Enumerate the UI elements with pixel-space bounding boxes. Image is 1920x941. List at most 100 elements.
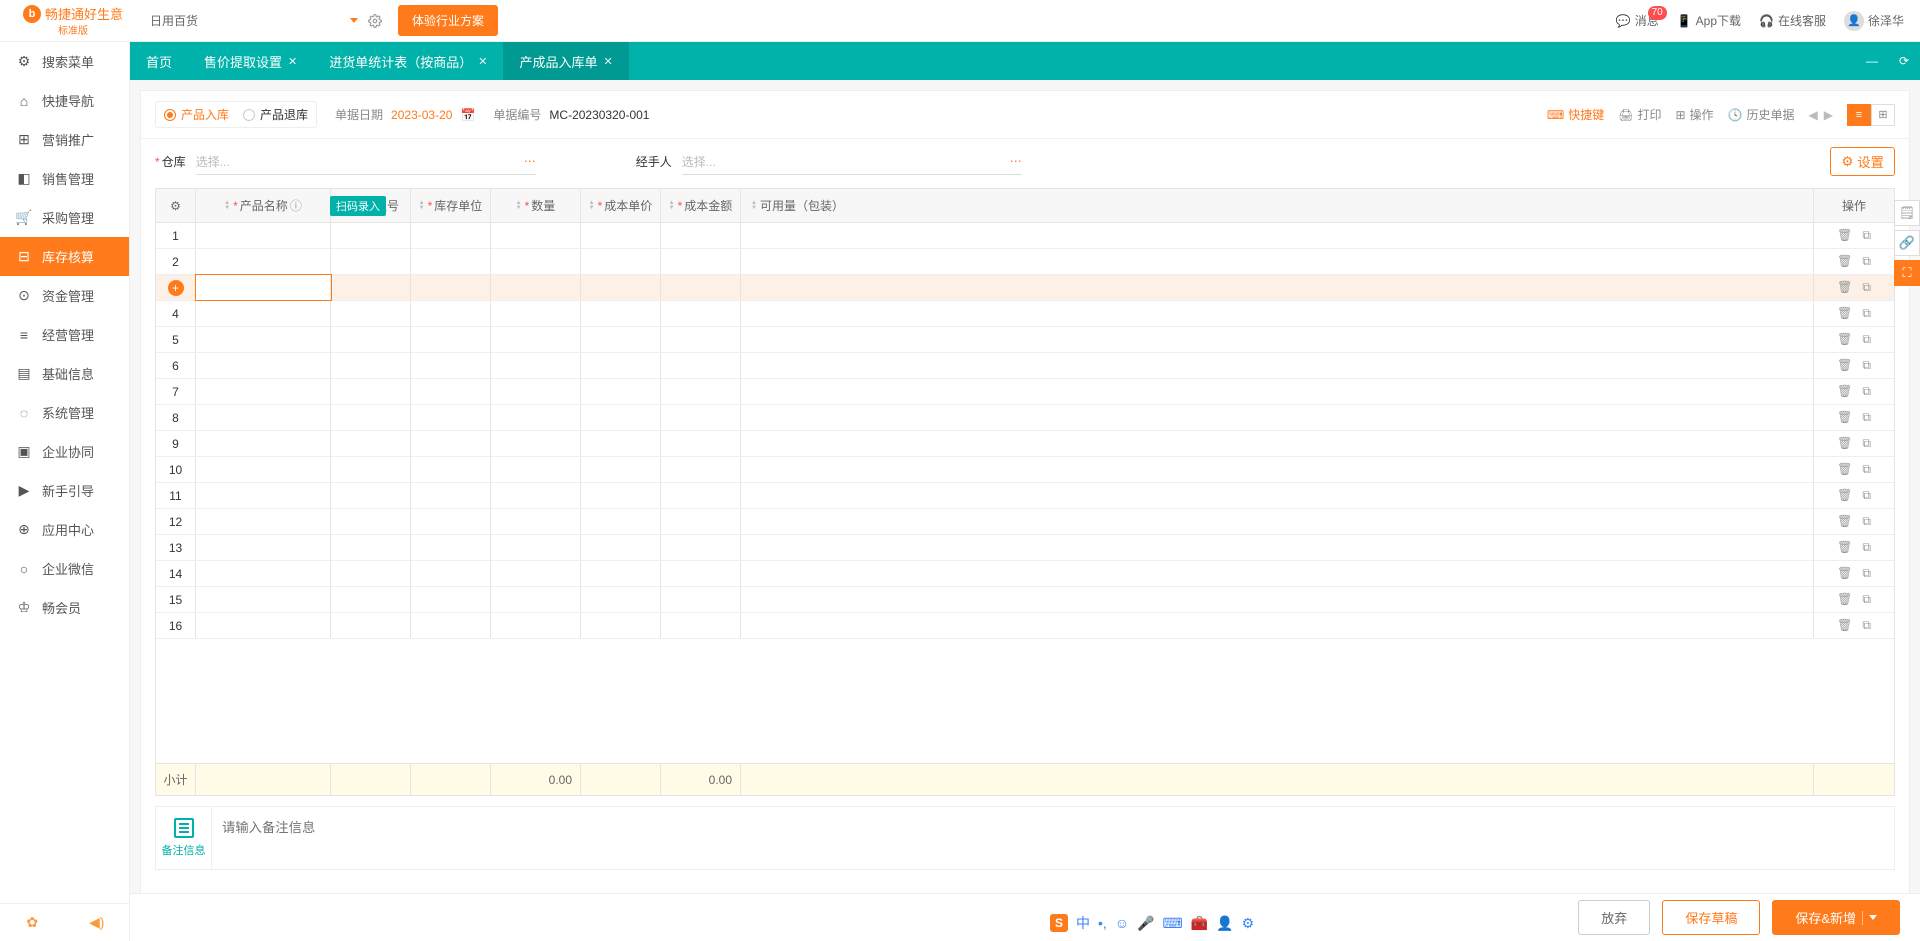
cell-amt[interactable] <box>661 301 741 326</box>
cell-avail[interactable] <box>741 379 1814 404</box>
col-qty[interactable]: ▲▼ *数量 <box>491 189 581 222</box>
table-row[interactable]: 5🗑⧉ <box>156 327 1894 353</box>
cell-spec[interactable] <box>331 483 411 508</box>
cell-spec[interactable] <box>331 405 411 430</box>
cell-unit[interactable] <box>411 587 491 612</box>
history-button[interactable]: 🕓 历史单据 <box>1728 106 1795 123</box>
ime-logo-icon[interactable]: S <box>1050 914 1068 932</box>
cell-spec[interactable] <box>331 353 411 378</box>
delete-row-icon[interactable]: 🗑 <box>1837 332 1852 347</box>
settings-button[interactable]: ⚙ 设置 <box>1830 147 1895 176</box>
ime-dot-icon[interactable]: •, <box>1098 915 1107 931</box>
view-card-button[interactable]: ⊞ <box>1871 104 1895 126</box>
cell-unit[interactable] <box>411 249 491 274</box>
cell-spec[interactable] <box>331 275 411 300</box>
cell-name[interactable] <box>196 561 331 586</box>
cell-qty[interactable] <box>491 275 581 300</box>
cell-amt[interactable] <box>661 353 741 378</box>
cell-spec[interactable] <box>331 379 411 404</box>
cell-qty[interactable] <box>491 509 581 534</box>
cell-unit[interactable] <box>411 275 491 300</box>
delete-row-icon[interactable]: 🗑 <box>1837 592 1852 607</box>
copy-row-icon[interactable]: ⧉ <box>1862 436 1871 451</box>
copy-row-icon[interactable]: ⧉ <box>1862 618 1871 633</box>
app-download-button[interactable]: 📱 App下载 <box>1677 12 1741 29</box>
cell-unit[interactable] <box>411 457 491 482</box>
tab[interactable]: 进货单统计表（按商品）✕ <box>313 42 503 80</box>
sidebar-item[interactable]: ▤基础信息 <box>0 354 129 393</box>
cell-price[interactable] <box>581 431 661 456</box>
ime-keyboard-icon[interactable]: ⌨ <box>1163 915 1183 932</box>
cell-price[interactable] <box>581 587 661 612</box>
col-name[interactable]: ▲▼ *产品名称ⓘ 扫码录入 <box>196 189 331 222</box>
cell-amt[interactable] <box>661 327 741 352</box>
tab[interactable]: 产成品入库单✕ <box>503 42 628 80</box>
discard-button[interactable]: 放弃 <box>1578 900 1650 935</box>
copy-row-icon[interactable]: ⧉ <box>1862 306 1871 321</box>
delete-row-icon[interactable]: 🗑 <box>1837 566 1852 581</box>
cell-unit[interactable] <box>411 613 491 638</box>
cell-amt[interactable] <box>661 223 741 248</box>
cell-avail[interactable] <box>741 301 1814 326</box>
cell-name[interactable] <box>196 535 331 560</box>
copy-row-icon[interactable]: ⧉ <box>1862 358 1871 373</box>
cell-unit[interactable] <box>411 327 491 352</box>
cell-price[interactable] <box>581 379 661 404</box>
cell-unit[interactable] <box>411 431 491 456</box>
cell-name[interactable] <box>196 613 331 638</box>
cell-price[interactable] <box>581 275 661 300</box>
cell-name[interactable] <box>196 249 331 274</box>
cell-qty[interactable] <box>491 223 581 248</box>
ime-smile-icon[interactable]: ☺ <box>1115 915 1129 931</box>
cell-name[interactable] <box>196 379 331 404</box>
sidebar-settings-button[interactable]: ✿ <box>0 904 65 941</box>
cell-unit[interactable] <box>411 561 491 586</box>
delete-row-icon[interactable]: 🗑 <box>1837 436 1852 451</box>
cell-amt[interactable] <box>661 275 741 300</box>
close-icon[interactable]: ✕ <box>604 55 613 68</box>
table-row[interactable]: 2🗑⧉ <box>156 249 1894 275</box>
sidebar-item[interactable]: ⊞营销推广 <box>0 120 129 159</box>
cell-name[interactable] <box>196 483 331 508</box>
copy-row-icon[interactable]: ⧉ <box>1862 254 1871 269</box>
cell-spec[interactable] <box>331 327 411 352</box>
gear-icon[interactable] <box>368 14 382 28</box>
table-row[interactable]: 11🗑⧉ <box>156 483 1894 509</box>
cell-spec[interactable] <box>331 613 411 638</box>
cell-amt[interactable] <box>661 509 741 534</box>
cell-name[interactable] <box>196 327 331 352</box>
delete-row-icon[interactable]: 🗑 <box>1837 254 1852 269</box>
online-service-button[interactable]: 🎧 在线客服 <box>1759 12 1826 29</box>
sidebar-item[interactable]: ▣企业协同 <box>0 432 129 471</box>
copy-row-icon[interactable]: ⧉ <box>1862 540 1871 555</box>
sidebar-item[interactable]: ♔畅会员 <box>0 588 129 627</box>
table-row[interactable]: 4🗑⧉ <box>156 301 1894 327</box>
col-unit[interactable]: ▲▼ *库存单位 <box>411 189 491 222</box>
ime-mic-icon[interactable]: 🎤 <box>1137 915 1154 932</box>
col-gear[interactable]: ⚙ <box>156 189 196 222</box>
cell-avail[interactable] <box>741 275 1814 300</box>
sidebar-item[interactable]: ○企业微信 <box>0 549 129 588</box>
warehouse-select[interactable]: 选择... ⋯ <box>196 149 536 175</box>
ime-gear-icon[interactable]: ⚙ <box>1242 915 1255 932</box>
delete-row-icon[interactable]: 🗑 <box>1837 228 1852 243</box>
category-dropdown[interactable]: 日用百货 <box>150 12 358 29</box>
remarks-input[interactable] <box>212 807 1894 869</box>
cell-price[interactable] <box>581 509 661 534</box>
cell-price[interactable] <box>581 457 661 482</box>
cell-price[interactable] <box>581 353 661 378</box>
cell-unit[interactable] <box>411 535 491 560</box>
cell-name[interactable] <box>196 223 331 248</box>
cell-unit[interactable] <box>411 379 491 404</box>
cell-name[interactable] <box>196 457 331 482</box>
ime-lang[interactable]: 中 <box>1076 913 1090 933</box>
cell-price[interactable] <box>581 301 661 326</box>
cell-amt[interactable] <box>661 535 741 560</box>
ime-person-icon[interactable]: 👤 <box>1216 915 1233 932</box>
cell-amt[interactable] <box>661 457 741 482</box>
handler-select[interactable]: 选择... ⋯ <box>682 149 1022 175</box>
delete-row-icon[interactable]: 🗑 <box>1837 384 1852 399</box>
cell-amt[interactable] <box>661 613 741 638</box>
ime-toolbox-icon[interactable]: 🧰 <box>1191 915 1208 932</box>
sidebar-item[interactable]: ◌系统管理 <box>0 393 129 432</box>
